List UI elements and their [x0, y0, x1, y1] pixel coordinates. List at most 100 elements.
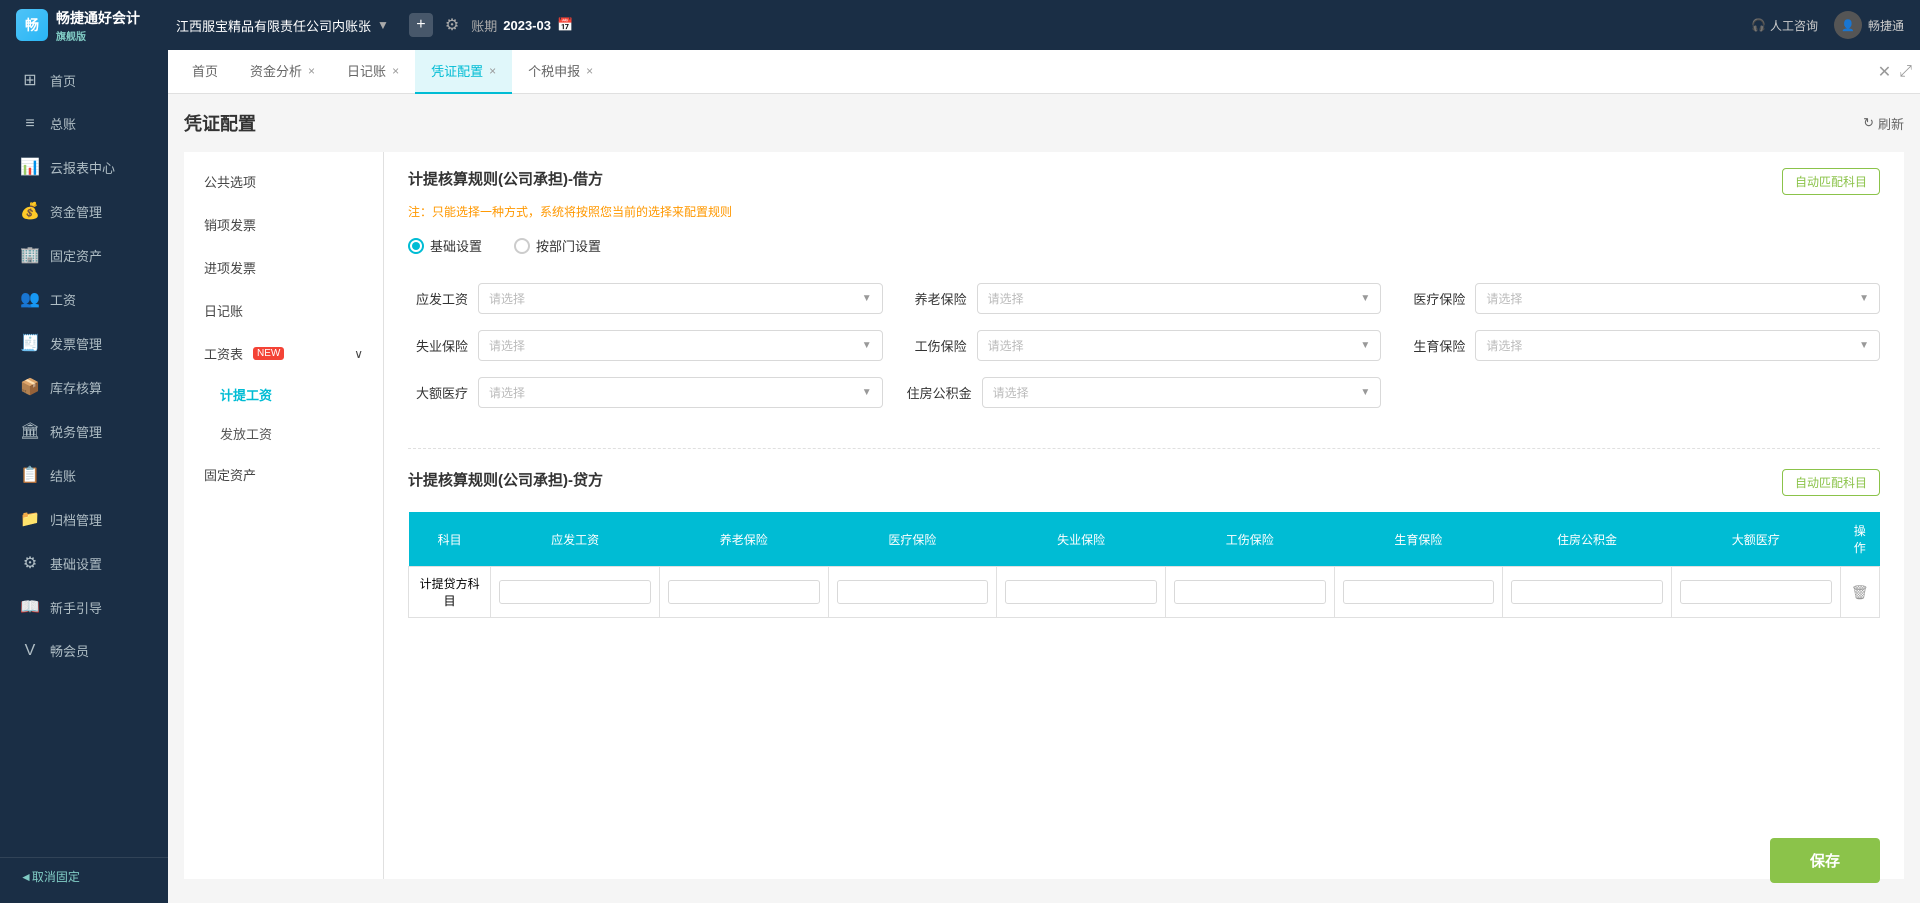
td-maternity[interactable] — [1334, 567, 1503, 618]
gross-salary-select[interactable]: 请选择 ▼ — [478, 283, 883, 314]
customer-service-button[interactable]: 🎧 人工咨询 — [1751, 17, 1818, 34]
input-gross-salary[interactable] — [499, 580, 651, 604]
right-content: 自动匹配科目 计提核算规则(公司承担)-借方 注：只能选择一种方式，系统将按照您… — [384, 152, 1904, 879]
input-large-medical[interactable] — [1680, 580, 1832, 604]
content-layout: 公共选项 销项发票 进项发票 日记账 工资表 NEW — [184, 152, 1904, 879]
td-unemployment[interactable] — [997, 567, 1166, 618]
avatar: 👤 — [1834, 11, 1862, 39]
tab-journal-close[interactable]: × — [392, 64, 399, 78]
input-housing[interactable] — [1511, 580, 1663, 604]
sidebar-item-general-ledger[interactable]: ≡ 总账 — [0, 102, 168, 145]
td-medical[interactable] — [828, 567, 997, 618]
sidebar-item-salary[interactable]: 👥 工资 — [0, 277, 168, 321]
tab-home-label: 首页 — [192, 61, 218, 80]
sidebar-item-inventory[interactable]: 📦 库存核算 — [0, 365, 168, 409]
guide-icon: 📖 — [20, 597, 40, 617]
tab-fund-close[interactable]: × — [308, 64, 315, 78]
sidebar-item-home[interactable]: ⊞ 首页 — [0, 58, 168, 102]
home-icon: ⊞ — [20, 70, 40, 90]
settings-icon[interactable]: ⚙ — [445, 15, 459, 35]
menu-journal-label: 日记账 — [204, 301, 243, 320]
logo-area: 畅 畅捷通好会计 旗舰版 — [16, 8, 156, 43]
form-item-pension: 养老保险 请选择 ▼ — [907, 283, 1382, 314]
username: 畅捷通 — [1868, 17, 1904, 34]
credit-auto-match-button[interactable]: 自动匹配科目 — [1782, 469, 1880, 496]
unemployment-select[interactable]: 请选择 ▼ — [478, 330, 883, 361]
input-maternity[interactable] — [1343, 580, 1495, 604]
sidebar-item-invoice[interactable]: 🧾 发票管理 — [0, 321, 168, 365]
injury-select[interactable]: 请选择 ▼ — [977, 330, 1382, 361]
td-gross[interactable] — [491, 567, 660, 618]
sidebar-item-vip[interactable]: V 畅会员 — [0, 629, 168, 672]
tab-fund-analysis[interactable]: 资金分析 × — [234, 50, 331, 94]
input-unemployment[interactable] — [1005, 580, 1157, 604]
save-button[interactable]: 保存 — [1770, 838, 1880, 883]
sidebar-item-archive[interactable]: 📁 归档管理 — [0, 497, 168, 541]
credit-section-title: 计提核算规则(公司承担)-贷方 — [408, 469, 1880, 490]
pension-select[interactable]: 请选择 ▼ — [977, 283, 1382, 314]
sidebar-item-cloud-reports[interactable]: 📊 云报表中心 — [0, 145, 168, 189]
sidebar-item-fixed-assets[interactable]: 🏢 固定资产 — [0, 233, 168, 277]
tab-tax-label: 个税申报 — [528, 61, 580, 80]
th-large-medical: 大额医疗 — [1671, 512, 1840, 567]
sidebar-item-close-account[interactable]: 📋 结账 — [0, 453, 168, 497]
section-divider — [408, 448, 1880, 449]
company-selector[interactable]: 江西服宝精品有限责任公司内账张 ▼ — [168, 12, 397, 39]
close-tab-icon[interactable]: ✕ — [1878, 62, 1891, 82]
large-medical-label: 大额医疗 — [408, 383, 468, 402]
expand-tab-icon[interactable]: ⤢ — [1899, 63, 1912, 81]
calendar-icon[interactable]: 📅 — [557, 17, 573, 33]
tab-home[interactable]: 首页 — [176, 50, 234, 94]
user-area[interactable]: 👤 畅捷通 — [1834, 11, 1904, 39]
debit-section-note: 注：只能选择一种方式，系统将按照您当前的选择来配置规则 — [408, 203, 1880, 220]
td-injury[interactable] — [1165, 567, 1334, 618]
sidebar-item-guide-label: 新手引导 — [50, 598, 102, 617]
housing-fund-select[interactable]: 请选择 ▼ — [982, 377, 1382, 408]
menu-purchase-label: 进项发票 — [204, 258, 256, 277]
medical-select[interactable]: 请选择 ▼ — [1475, 283, 1880, 314]
tab-journal[interactable]: 日记账 × — [331, 50, 415, 94]
sidebar-item-basic-settings[interactable]: ⚙ 基础设置 — [0, 541, 168, 585]
debit-auto-match-button[interactable]: 自动匹配科目 — [1782, 168, 1880, 195]
menu-subitem-pay-salary[interactable]: 发放工资 — [184, 414, 383, 453]
radio-dept-setting[interactable]: 按部门设置 — [514, 236, 601, 255]
period-value: 2023-03 — [503, 18, 551, 33]
menu-item-salary-table[interactable]: 工资表 NEW ∨ — [184, 332, 383, 375]
menu-item-public[interactable]: 公共选项 — [184, 160, 383, 203]
input-injury[interactable] — [1174, 580, 1326, 604]
unpin-button[interactable]: ◄取消固定 — [0, 858, 168, 895]
tab-voucher-config[interactable]: 凭证配置 × — [415, 50, 512, 94]
td-housing[interactable] — [1503, 567, 1672, 618]
radio-basic-setting[interactable]: 基础设置 — [408, 236, 482, 255]
menu-item-journal[interactable]: 日记账 — [184, 289, 383, 332]
input-medical[interactable] — [837, 580, 989, 604]
th-pension: 养老保险 — [659, 512, 828, 567]
menu-item-sales-invoice[interactable]: 销项发票 — [184, 203, 383, 246]
menu-subitem-accrue-salary[interactable]: 计提工资 — [184, 375, 383, 414]
page-title: 凭证配置 — [184, 110, 256, 136]
tab-tax-close[interactable]: × — [586, 64, 593, 78]
refresh-button[interactable]: ↻ 刷新 — [1863, 114, 1904, 133]
tab-voucher-close[interactable]: × — [489, 64, 496, 78]
form-item-gross-salary: 应发工资 请选择 ▼ — [408, 283, 883, 314]
delete-row-icon[interactable]: 🗑 — [1851, 584, 1869, 600]
large-medical-select[interactable]: 请选择 ▼ — [478, 377, 883, 408]
form-item-unemployment: 失业保险 请选择 ▼ — [408, 330, 883, 361]
input-pension[interactable] — [668, 580, 820, 604]
tab-tax-report[interactable]: 个税申报 × — [512, 50, 609, 94]
sidebar-item-tax[interactable]: 🏛 税务管理 — [0, 409, 168, 453]
sidebar-item-fund-management[interactable]: 💰 资金管理 — [0, 189, 168, 233]
radio-basic-circle — [408, 238, 424, 254]
period-area: 账期 2023-03 📅 — [471, 16, 573, 35]
sidebar-item-guide[interactable]: 📖 新手引导 — [0, 585, 168, 629]
td-large-medical[interactable] — [1671, 567, 1840, 618]
td-pension[interactable] — [659, 567, 828, 618]
maternity-select[interactable]: 请选择 ▼ — [1475, 330, 1880, 361]
menu-item-fixed-assets[interactable]: 固定资产 — [184, 453, 383, 496]
add-tab-button[interactable]: + — [409, 13, 433, 37]
menu-public-label: 公共选项 — [204, 172, 256, 191]
chart-icon: 📊 — [20, 157, 40, 177]
td-action[interactable]: 🗑 — [1840, 567, 1879, 618]
ledger-icon: ≡ — [20, 115, 40, 133]
menu-item-purchase-invoice[interactable]: 进项发票 — [184, 246, 383, 289]
